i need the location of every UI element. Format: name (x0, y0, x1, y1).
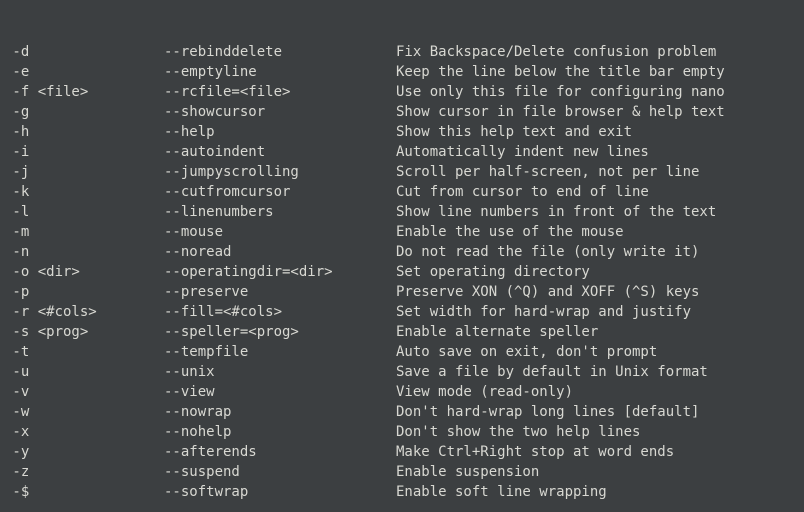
option-short-flag: -k (4, 182, 164, 202)
option-description: Enable suspension (396, 462, 800, 482)
option-short-flag: -n (4, 242, 164, 262)
option-long-flag: --speller=<prog> (164, 322, 396, 342)
option-row: -k--cutfromcursorCut from cursor to end … (4, 182, 800, 202)
option-description: Enable the use of the mouse (396, 222, 800, 242)
option-long-flag: --help (164, 122, 396, 142)
option-short-flag: -z (4, 462, 164, 482)
option-description: Enable alternate speller (396, 322, 800, 342)
option-short-flag: -y (4, 442, 164, 462)
option-short-flag: -f <file> (4, 82, 164, 102)
option-long-flag: --linenumbers (164, 202, 396, 222)
option-description: Show this help text and exit (396, 122, 800, 142)
option-long-flag: --suspend (164, 462, 396, 482)
help-options-list: -d--rebinddeleteFix Backspace/Delete con… (4, 42, 800, 502)
option-long-flag: --emptyline (164, 62, 396, 82)
option-short-flag: -e (4, 62, 164, 82)
option-short-flag: -v (4, 382, 164, 402)
option-short-flag: -w (4, 402, 164, 422)
option-short-flag: -o <dir> (4, 262, 164, 282)
option-description: Show line numbers in front of the text (396, 202, 800, 222)
option-short-flag: -g (4, 102, 164, 122)
option-short-flag: -$ (4, 482, 164, 502)
option-long-flag: --noread (164, 242, 396, 262)
option-long-flag: --showcursor (164, 102, 396, 122)
option-short-flag: -h (4, 122, 164, 142)
option-description: Automatically indent new lines (396, 142, 800, 162)
option-row: -$--softwrapEnable soft line wrapping (4, 482, 800, 502)
option-long-flag: --cutfromcursor (164, 182, 396, 202)
option-short-flag: -d (4, 42, 164, 62)
option-short-flag: -l (4, 202, 164, 222)
option-row: -n--noreadDo not read the file (only wri… (4, 242, 800, 262)
option-row: -w--nowrapDon't hard-wrap long lines [de… (4, 402, 800, 422)
option-long-flag: --nohelp (164, 422, 396, 442)
option-row: -s <prog>--speller=<prog>Enable alternat… (4, 322, 800, 342)
option-row: -o <dir>--operatingdir=<dir>Set operatin… (4, 262, 800, 282)
option-long-flag: --mouse (164, 222, 396, 242)
option-short-flag: -u (4, 362, 164, 382)
option-description: Make Ctrl+Right stop at word ends (396, 442, 800, 462)
option-short-flag: -j (4, 162, 164, 182)
option-description: Don't hard-wrap long lines [default] (396, 402, 800, 422)
option-long-flag: --tempfile (164, 342, 396, 362)
option-row: -p--preservePreserve XON (^Q) and XOFF (… (4, 282, 800, 302)
option-short-flag: -p (4, 282, 164, 302)
option-long-flag: --autoindent (164, 142, 396, 162)
option-row: -z--suspendEnable suspension (4, 462, 800, 482)
option-row: -j--jumpyscrollingScroll per half-screen… (4, 162, 800, 182)
option-description: Do not read the file (only write it) (396, 242, 800, 262)
option-description: Enable soft line wrapping (396, 482, 800, 502)
option-long-flag: --view (164, 382, 396, 402)
option-row: -v--viewView mode (read-only) (4, 382, 800, 402)
option-short-flag: -i (4, 142, 164, 162)
option-description: Set width for hard-wrap and justify (396, 302, 800, 322)
option-description: Use only this file for configuring nano (396, 82, 800, 102)
option-description: Show cursor in file browser & help text (396, 102, 800, 122)
option-description: Save a file by default in Unix format (396, 362, 800, 382)
option-description: Fix Backspace/Delete confusion problem (396, 42, 800, 62)
option-row: -l--linenumbersShow line numbers in fron… (4, 202, 800, 222)
option-description: Preserve XON (^Q) and XOFF (^S) keys (396, 282, 800, 302)
option-long-flag: --unix (164, 362, 396, 382)
option-row: -i--autoindentAutomatically indent new l… (4, 142, 800, 162)
option-description: Set operating directory (396, 262, 800, 282)
option-short-flag: -x (4, 422, 164, 442)
option-description: Don't show the two help lines (396, 422, 800, 442)
option-long-flag: --nowrap (164, 402, 396, 422)
option-short-flag: -s <prog> (4, 322, 164, 342)
option-description: View mode (read-only) (396, 382, 800, 402)
option-row: -h--helpShow this help text and exit (4, 122, 800, 142)
option-row: -t--tempfileAuto save on exit, don't pro… (4, 342, 800, 362)
option-row: -g--showcursorShow cursor in file browse… (4, 102, 800, 122)
option-long-flag: --rebinddelete (164, 42, 396, 62)
option-description: Scroll per half-screen, not per line (396, 162, 800, 182)
option-long-flag: --afterends (164, 442, 396, 462)
option-short-flag: -m (4, 222, 164, 242)
option-long-flag: --rcfile=<file> (164, 82, 396, 102)
option-row: -x--nohelpDon't show the two help lines (4, 422, 800, 442)
option-description: Cut from cursor to end of line (396, 182, 800, 202)
option-row: -u--unixSave a file by default in Unix f… (4, 362, 800, 382)
option-short-flag: -r <#cols> (4, 302, 164, 322)
option-long-flag: --softwrap (164, 482, 396, 502)
option-short-flag: -t (4, 342, 164, 362)
option-long-flag: --fill=<#cols> (164, 302, 396, 322)
option-description: Keep the line below the title bar empty (396, 62, 800, 82)
option-long-flag: --operatingdir=<dir> (164, 262, 396, 282)
option-row: -y--afterendsMake Ctrl+Right stop at wor… (4, 442, 800, 462)
option-row: -e--emptylineKeep the line below the tit… (4, 62, 800, 82)
option-row: -m--mouseEnable the use of the mouse (4, 222, 800, 242)
option-row: -d--rebinddeleteFix Backspace/Delete con… (4, 42, 800, 62)
option-row: -r <#cols>--fill=<#cols>Set width for ha… (4, 302, 800, 322)
option-description: Auto save on exit, don't prompt (396, 342, 800, 362)
option-row: -f <file>--rcfile=<file>Use only this fi… (4, 82, 800, 102)
option-long-flag: --jumpyscrolling (164, 162, 396, 182)
option-long-flag: --preserve (164, 282, 396, 302)
terminal[interactable]: -d--rebinddeleteFix Backspace/Delete con… (0, 0, 804, 512)
